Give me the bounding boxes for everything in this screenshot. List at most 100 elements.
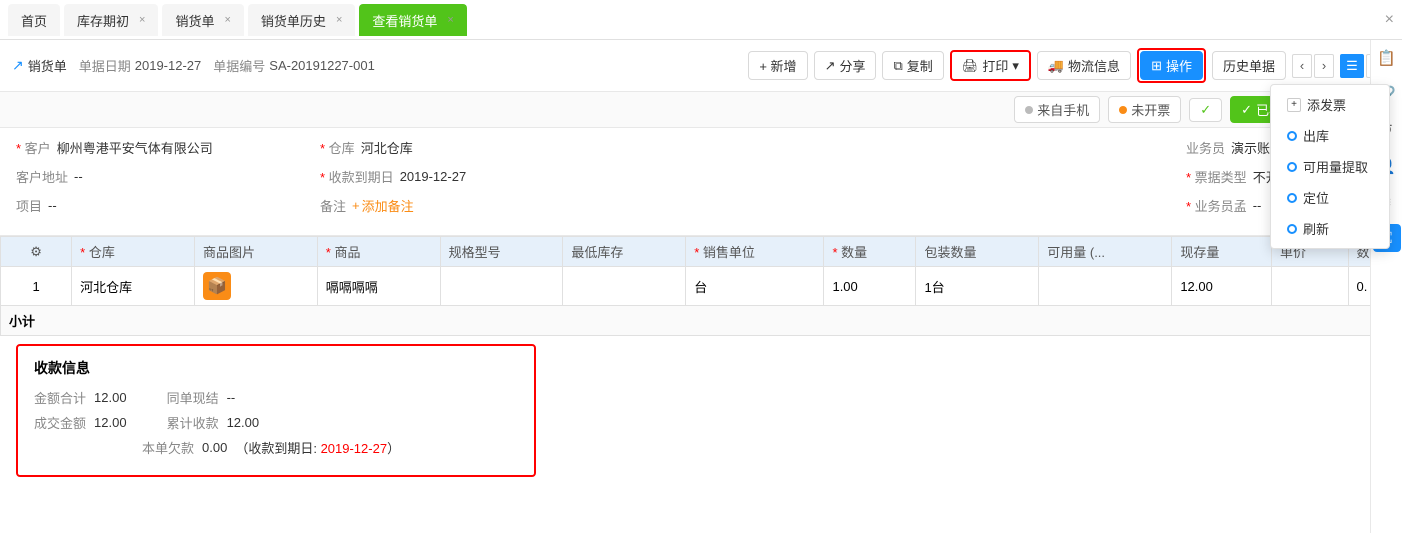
history-button[interactable]: 历史单据	[1212, 51, 1286, 80]
doc-type-label: 销货单	[28, 56, 67, 75]
col-min-stock: 最低库存	[563, 237, 686, 267]
deal-amount-label: 成交金额	[34, 413, 86, 432]
next-arrow[interactable]: ›	[1314, 54, 1334, 78]
form-row-3: 项目 -- 备注 + 添加备注 业务员孟 --	[16, 196, 1386, 215]
this-order-value: 0.00	[202, 440, 227, 455]
share-icon: ↗	[825, 58, 836, 74]
col-product-img: 商品图片	[194, 237, 317, 267]
due-date-label: 收款到期日	[320, 167, 394, 186]
prev-arrow[interactable]: ‹	[1292, 54, 1312, 78]
not-open-dot	[1119, 106, 1127, 114]
menu-item-add-invoice[interactable]: + 添发票	[1271, 89, 1389, 120]
salesperson-label: 业务员孟	[1186, 196, 1247, 215]
col-settings[interactable]: ⚙	[1, 237, 72, 267]
col-pack-qty: 包装数量	[916, 237, 1039, 267]
close-icon[interactable]: ×	[224, 14, 230, 26]
new-button[interactable]: + 新增	[748, 51, 807, 80]
form-row-2: 客户地址 -- 收款到期日 2019-12-27 票据类型 不开票	[16, 167, 1386, 186]
col-stock: 现存量	[1172, 237, 1272, 267]
locate-icon	[1287, 193, 1297, 203]
project-value: --	[48, 198, 57, 213]
due-date-field: 收款到期日 2019-12-27	[320, 167, 520, 186]
add-invoice-icon: +	[1287, 98, 1301, 112]
app-container: 首页 库存期初 × 销货单 × 销货单历史 × 查看销货单 × × ↗ 销货单	[0, 0, 1402, 533]
warehouse-value: 河北仓库	[361, 138, 413, 157]
same-order-value: --	[227, 390, 236, 405]
address-field: 客户地址 --	[16, 167, 216, 186]
refresh-icon	[1287, 224, 1297, 234]
product-thumbnail: 📦	[203, 272, 231, 300]
add-note-label: 添加备注	[362, 196, 414, 215]
tab-home[interactable]: 首页	[8, 4, 60, 36]
list-view-btn[interactable]: ☰	[1340, 54, 1364, 78]
operation-button[interactable]: ⊞ 操作	[1140, 51, 1203, 80]
payment-section: 收款信息 金额合计 12.00 同单现结 -- 成交金额 12.00 累计收款	[16, 344, 536, 477]
print-dropdown-icon: ▾	[1012, 58, 1019, 74]
available-qty-icon	[1287, 162, 1297, 172]
logistics-button[interactable]: 🚚 物流信息	[1037, 51, 1131, 80]
copy-label: 复制	[907, 56, 933, 75]
cumulative-item: 累计收款 12.00	[167, 413, 260, 432]
row-quantity: 1.00	[824, 267, 916, 306]
col-available: 可用量 (...	[1039, 237, 1172, 267]
close-icon[interactable]: ×	[139, 14, 145, 26]
row-product-img: 📦	[194, 267, 317, 306]
not-open-btn[interactable]: 未开票	[1108, 96, 1181, 123]
col-unit: 销售单位	[686, 237, 824, 267]
warehouse-field: 仓库 河北仓库	[320, 138, 520, 157]
operation-label: 操作	[1166, 56, 1192, 75]
outbound-label: 出库	[1303, 126, 1329, 145]
tab-sales-history[interactable]: 销货单历史 ×	[248, 4, 355, 36]
history-label: 历史单据	[1223, 56, 1275, 75]
close-icon[interactable]: ×	[336, 14, 342, 26]
not-open-label: 未开票	[1131, 100, 1170, 119]
main-area: ↗ 销货单 单据日期 2019-12-27 单据编号 SA-20191227-0…	[0, 40, 1402, 533]
ticket-type-label: 票据类型	[1186, 167, 1247, 186]
tab-sales-order[interactable]: 销货单 ×	[162, 4, 243, 36]
confirm-btn[interactable]: ✓	[1189, 98, 1222, 122]
menu-item-outbound[interactable]: 出库	[1271, 120, 1389, 151]
deal-amount-value: 12.00	[94, 415, 127, 430]
sales-icon: ↗	[12, 57, 24, 74]
row-stock: 12.00	[1172, 267, 1272, 306]
tab-view-sales[interactable]: 查看销货单 ×	[359, 4, 466, 36]
total-amount-item: 金额合计 12.00	[34, 388, 127, 407]
menu-item-locate[interactable]: 定位	[1271, 182, 1389, 213]
menu-item-refresh[interactable]: 刷新	[1271, 213, 1389, 244]
copy-button[interactable]: ⧉ 复制	[882, 51, 943, 80]
tab-inventory-init[interactable]: 库存期初 ×	[64, 4, 158, 36]
effective-check-icon: ✓	[1241, 102, 1252, 118]
cumulative-label: 累计收款	[167, 413, 219, 432]
note-right-icon[interactable]: 📋	[1373, 44, 1401, 72]
tab-label: 查看销货单	[372, 11, 437, 30]
close-icon[interactable]: ×	[447, 14, 453, 26]
from-phone-btn[interactable]: 来自手机	[1014, 96, 1100, 123]
print-icon: 🖨	[962, 58, 979, 74]
tab-label: 库存期初	[77, 11, 129, 30]
row-unit: 台	[686, 267, 824, 306]
menu-item-available-qty[interactable]: 可用量提取	[1271, 151, 1389, 182]
row-min-stock	[563, 267, 686, 306]
share-button[interactable]: ↗ 分享	[814, 51, 877, 80]
total-amount-label: 金额合计	[34, 388, 86, 407]
due-date-link[interactable]: 2019-12-27	[321, 441, 388, 456]
note-field: 备注 + 添加备注	[320, 196, 520, 215]
print-button[interactable]: 🖨 打印 ▾	[950, 50, 1031, 81]
logistics-icon: 🚚	[1048, 58, 1064, 74]
address-value: --	[74, 169, 83, 184]
add-note-button[interactable]: + 添加备注	[352, 196, 414, 215]
customer-value: 柳州粤港平安气体有限公司	[57, 138, 213, 157]
refresh-label: 刷新	[1303, 219, 1329, 238]
col-product: 商品	[317, 237, 440, 267]
close-all-button[interactable]: ×	[1385, 11, 1394, 29]
share-label: 分享	[839, 56, 865, 75]
main-toolbar: ↗ 销货单 单据日期 2019-12-27 单据编号 SA-20191227-0…	[0, 40, 1402, 92]
no-label: 单据编号	[213, 56, 265, 75]
project-field: 项目 --	[16, 196, 216, 215]
address-label: 客户地址	[16, 167, 68, 186]
due-date-value: 2019-12-27	[400, 169, 467, 184]
logistics-label: 物流信息	[1068, 56, 1120, 75]
same-order-item: 同单现结 --	[167, 388, 236, 407]
col-quantity: 数量	[824, 237, 916, 267]
nav-arrows: ‹ ›	[1292, 54, 1334, 78]
